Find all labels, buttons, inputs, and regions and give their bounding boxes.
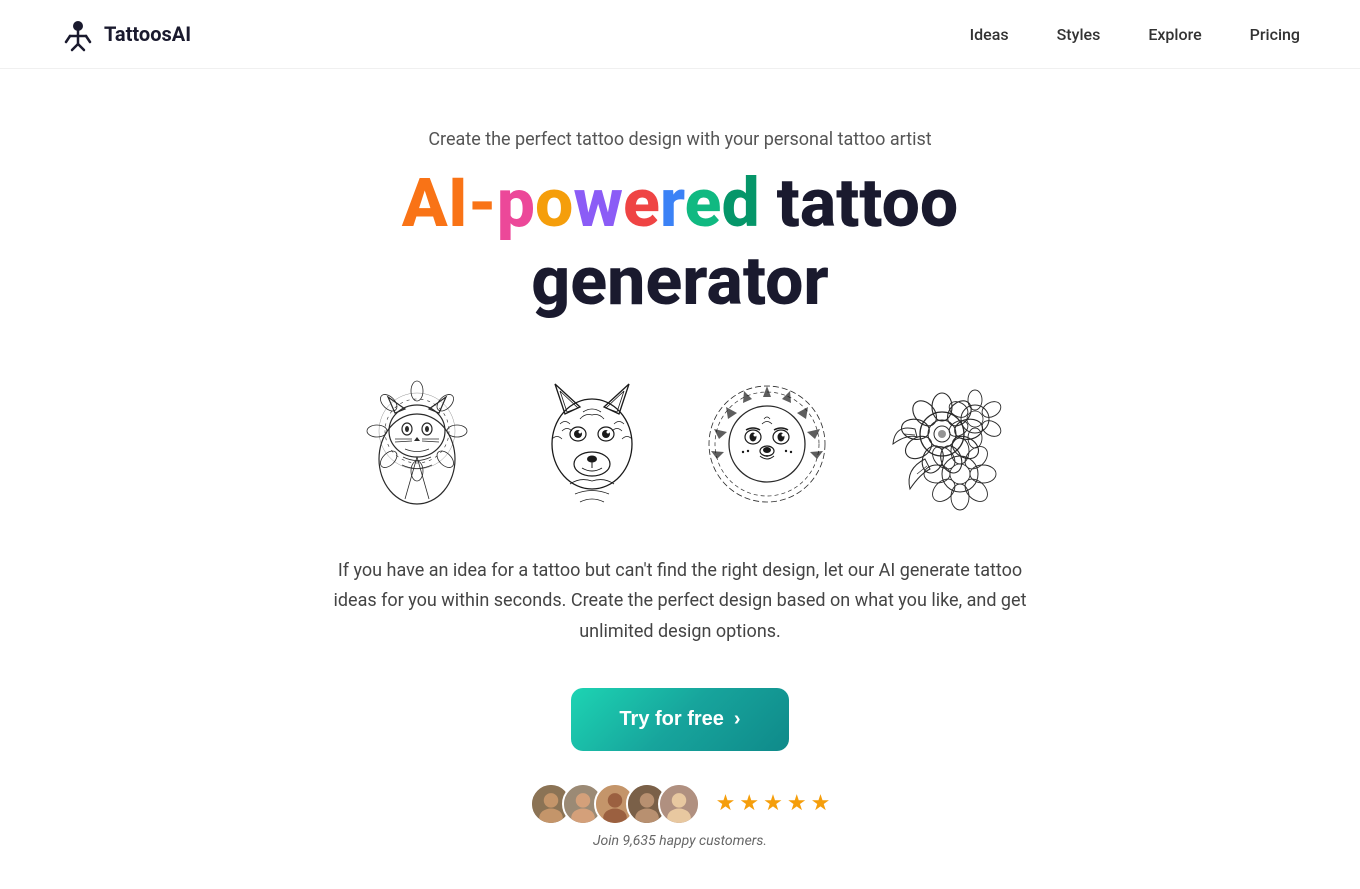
nav-styles[interactable]: Styles (1057, 25, 1101, 44)
hero-title-line2: generator (531, 241, 828, 321)
tattoo-gallery (340, 369, 1020, 524)
star-4: ★ (787, 791, 807, 816)
title-d: d (721, 163, 759, 243)
avatar-5 (658, 783, 700, 825)
logo-text: TattoosAI (104, 22, 191, 46)
title-w: w (573, 163, 623, 243)
try-for-free-button[interactable]: Try for free › (571, 688, 788, 751)
nav-pricing[interactable]: Pricing (1250, 25, 1300, 44)
social-proof: ★ ★ ★ ★ ★ Join 9,635 happy customers. (530, 783, 831, 849)
title-r: r (660, 163, 685, 243)
hero-title: AI-powered tattoo (402, 166, 958, 241)
title-e2: e (685, 163, 722, 243)
navbar: TattoosAI Ideas Styles Explore Pricing (0, 0, 1360, 69)
star-1: ★ (716, 791, 736, 816)
social-proof-text: Join 9,635 happy customers. (593, 833, 767, 849)
hero-section: Create the perfect tattoo design with yo… (0, 69, 1360, 889)
nav-links: Ideas Styles Explore Pricing (970, 25, 1300, 44)
tattoo-wolf (515, 369, 670, 524)
star-rating: ★ ★ ★ ★ ★ (716, 791, 831, 816)
star-3: ★ (763, 791, 783, 816)
tattoo-cat (340, 369, 495, 524)
tattoo-roses (865, 369, 1020, 524)
cta-label: Try for free (619, 708, 723, 731)
nav-explore[interactable]: Explore (1148, 25, 1201, 44)
star-2: ★ (739, 791, 759, 816)
logo-icon (60, 16, 96, 52)
hero-description: If you have an idea for a tattoo but can… (330, 556, 1030, 648)
avatars-stars-row: ★ ★ ★ ★ ★ (530, 783, 831, 825)
nav-ideas[interactable]: Ideas (970, 25, 1009, 44)
hero-subtitle: Create the perfect tattoo design with yo… (428, 129, 931, 150)
title-p: p (497, 163, 535, 243)
title-ai: AI- (402, 163, 497, 243)
title-o: o (535, 163, 573, 243)
cta-arrow-icon: › (734, 708, 741, 731)
logo-link[interactable]: TattoosAI (60, 16, 191, 52)
title-e: e (623, 163, 660, 243)
user-avatars (530, 783, 700, 825)
star-5: ★ (811, 791, 831, 816)
tattoo-lion (690, 369, 845, 524)
